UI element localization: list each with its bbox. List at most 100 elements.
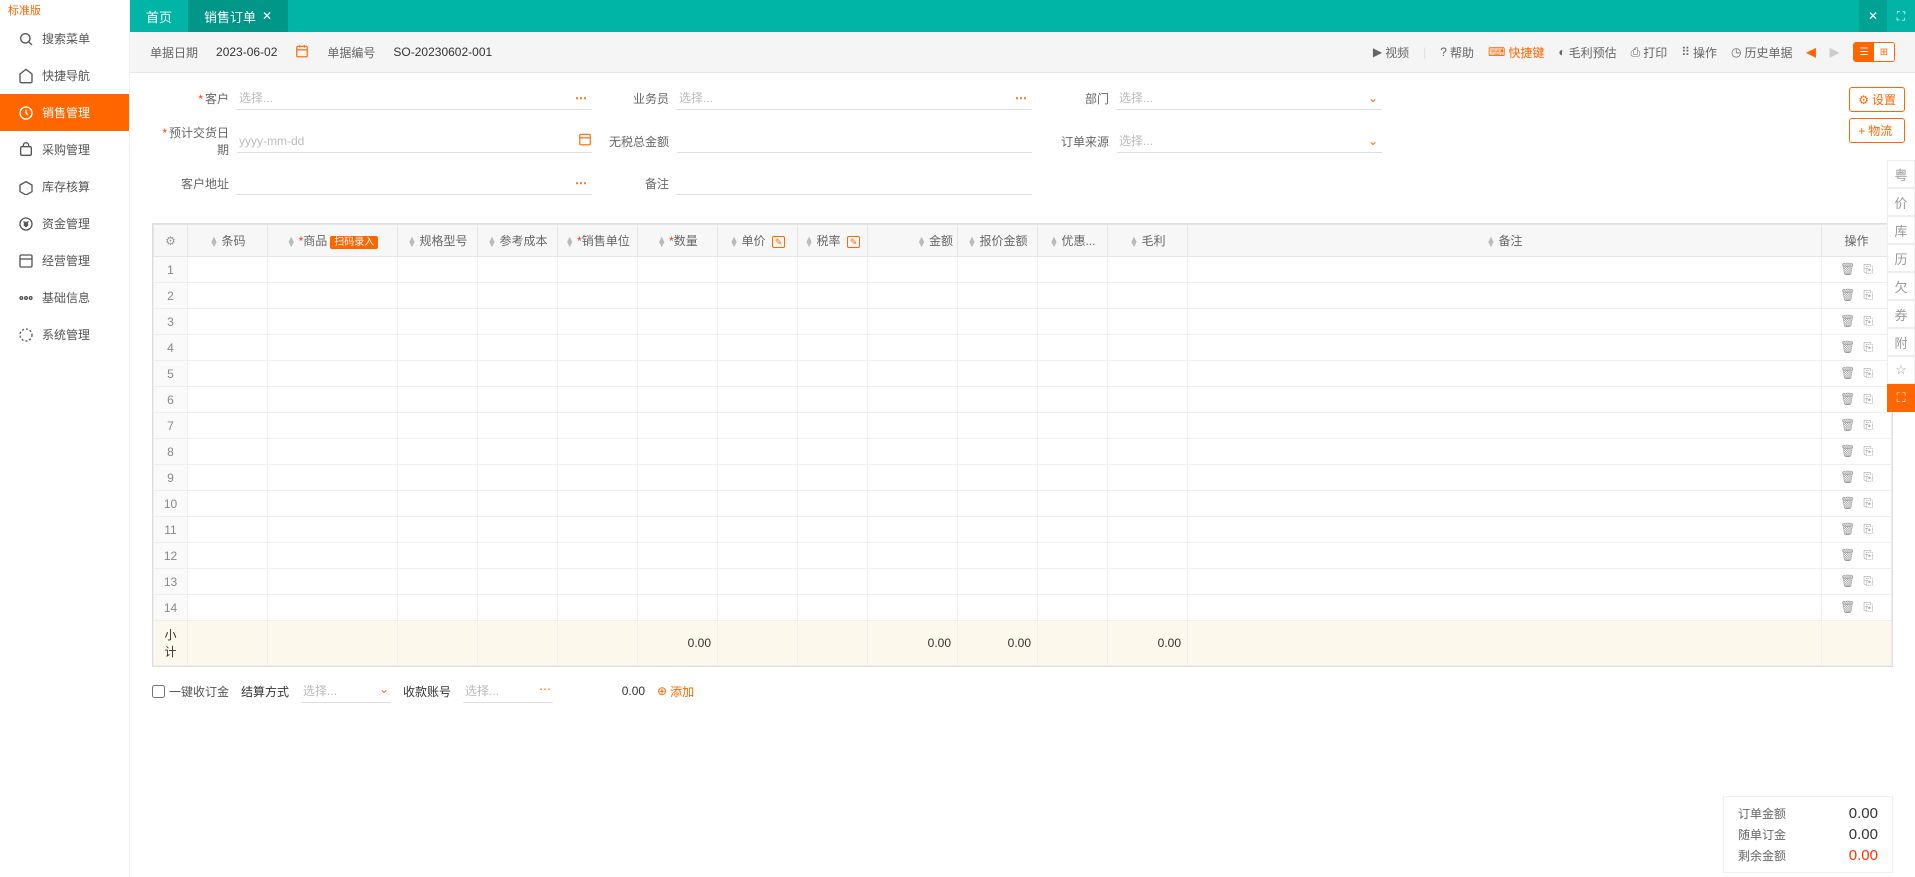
sidebar-item-purchase[interactable]: 采购管理	[0, 131, 129, 168]
prev-doc-button[interactable]: ◀	[1807, 45, 1816, 59]
table-row[interactable]: 9🗑⎘	[154, 465, 1892, 491]
delete-row-icon[interactable]: 🗑	[1840, 262, 1855, 277]
doc-date-value[interactable]: 2023-06-02	[216, 45, 277, 59]
collect-deposit-checkbox[interactable]: 一键收订金	[152, 683, 229, 700]
copy-row-icon[interactable]: ⎘	[1863, 496, 1873, 511]
shortcut-button[interactable]: ⌨ 快捷键	[1488, 44, 1544, 61]
sort-icon[interactable]: ▲▼	[1130, 237, 1139, 247]
dept-dropdown-icon[interactable]: ⌄	[1364, 91, 1382, 105]
calendar-icon[interactable]	[295, 44, 309, 61]
rail-button-1[interactable]: 价	[1887, 188, 1915, 216]
delete-row-icon[interactable]: 🗑	[1840, 340, 1855, 355]
copy-row-icon[interactable]: ⎘	[1863, 522, 1873, 537]
profit-est-button[interactable]: ◐ 毛利预估	[1558, 44, 1616, 61]
table-row[interactable]: 2🗑⎘	[154, 283, 1892, 309]
sort-icon[interactable]: ▲▼	[565, 237, 574, 247]
rail-button-6[interactable]: 附	[1887, 328, 1915, 356]
tab-销售订单[interactable]: 销售订单✕	[188, 0, 288, 32]
table-row[interactable]: 6🗑⎘	[154, 387, 1892, 413]
tab-首页[interactable]: 首页	[130, 0, 188, 32]
settings-button[interactable]: ⚙ 设置	[1849, 87, 1905, 112]
delete-row-icon[interactable]: 🗑	[1840, 600, 1855, 615]
sort-icon[interactable]: ▲▼	[657, 237, 666, 247]
view-mode-grid[interactable]: ⊞	[1874, 43, 1894, 61]
sort-icon[interactable]: ▲▼	[488, 237, 497, 247]
scan-badge[interactable]: 扫码录入	[330, 236, 378, 249]
table-row[interactable]: 13🗑⎘	[154, 569, 1892, 595]
delete-row-icon[interactable]: 🗑	[1840, 548, 1855, 563]
rail-button-2[interactable]: 库	[1887, 216, 1915, 244]
rail-button-0[interactable]: 粤	[1887, 160, 1915, 188]
rail-button-8[interactable]: ⛶	[1887, 384, 1915, 412]
table-row[interactable]: 1🗑⎘	[154, 257, 1892, 283]
edit-icon[interactable]: ✎	[847, 236, 861, 248]
sort-icon[interactable]: ▲▼	[968, 237, 977, 247]
copy-row-icon[interactable]: ⎘	[1863, 392, 1873, 407]
logistics-button[interactable]: + 物流	[1849, 118, 1905, 143]
edit-icon[interactable]: ✎	[772, 236, 786, 248]
table-row[interactable]: 10🗑⎘	[154, 491, 1892, 517]
addr-lookup-icon[interactable]: ⋯	[571, 176, 592, 190]
copy-row-icon[interactable]: ⎘	[1863, 340, 1873, 355]
copy-row-icon[interactable]: ⎘	[1863, 366, 1873, 381]
copy-row-icon[interactable]: ⎘	[1863, 548, 1873, 563]
rail-button-4[interactable]: 欠	[1887, 272, 1915, 300]
sidebar-item-sales[interactable]: 销售管理	[0, 94, 129, 131]
cust-addr-input[interactable]	[237, 172, 571, 194]
copy-row-icon[interactable]: ⎘	[1863, 574, 1873, 589]
table-row[interactable]: 4🗑⎘	[154, 335, 1892, 361]
copy-row-icon[interactable]: ⎘	[1863, 418, 1873, 433]
delete-row-icon[interactable]: 🗑	[1840, 470, 1855, 485]
video-button[interactable]: ▶ 视频	[1373, 44, 1409, 61]
delete-row-icon[interactable]: 🗑	[1840, 574, 1855, 589]
customer-lookup-icon[interactable]: ⋯	[571, 91, 592, 105]
delete-row-icon[interactable]: 🗑	[1840, 288, 1855, 303]
sort-icon[interactable]: ▲▼	[1050, 237, 1059, 247]
fullscreen-button[interactable]: ⛶	[1887, 0, 1915, 32]
copy-row-icon[interactable]: ⎘	[1863, 262, 1873, 277]
copy-row-icon[interactable]: ⎘	[1863, 314, 1873, 329]
copy-row-icon[interactable]: ⎘	[1863, 444, 1873, 459]
sidebar-item-system[interactable]: 系统管理	[0, 316, 129, 353]
delete-row-icon[interactable]: 🗑	[1840, 444, 1855, 459]
gear-icon[interactable]: ⚙	[165, 234, 176, 248]
tax-excl-input[interactable]	[677, 130, 1032, 152]
order-source-dropdown-icon[interactable]: ⌄	[1364, 134, 1382, 148]
table-row[interactable]: 5🗑⎘	[154, 361, 1892, 387]
sort-icon[interactable]: ▲▼	[210, 237, 219, 247]
view-mode-form[interactable]: ☰	[1854, 43, 1874, 61]
delete-row-icon[interactable]: 🗑	[1840, 522, 1855, 537]
account-select[interactable]: 选择...⋯	[463, 679, 553, 703]
delete-row-icon[interactable]: 🗑	[1840, 392, 1855, 407]
print-button[interactable]: ⎙ 打印	[1631, 44, 1668, 61]
copy-row-icon[interactable]: ⎘	[1863, 600, 1873, 615]
copy-row-icon[interactable]: ⎘	[1863, 288, 1873, 303]
sidebar-item-base[interactable]: 基础信息	[0, 279, 129, 316]
sidebar-item-fund[interactable]: ¥资金管理	[0, 205, 129, 242]
sidebar-item-search[interactable]: 搜索菜单	[0, 20, 129, 57]
delivery-calendar-icon[interactable]	[578, 132, 592, 149]
sort-icon[interactable]: ▲▼	[1487, 237, 1496, 247]
order-source-input[interactable]	[1117, 130, 1364, 152]
add-payment-button[interactable]: ⊕ 添加	[657, 683, 694, 700]
salesman-lookup-icon[interactable]: ⋯	[1011, 91, 1032, 105]
sort-icon[interactable]: ▲▼	[917, 237, 926, 247]
operate-button[interactable]: ⠿ 操作	[1681, 44, 1717, 61]
sort-icon[interactable]: ▲▼	[730, 237, 739, 247]
remark-input[interactable]	[677, 172, 1032, 194]
rail-button-3[interactable]: 历	[1887, 244, 1915, 272]
delete-row-icon[interactable]: 🗑	[1840, 418, 1855, 433]
table-row[interactable]: 7🗑⎘	[154, 413, 1892, 439]
copy-row-icon[interactable]: ⎘	[1863, 470, 1873, 485]
delete-row-icon[interactable]: 🗑	[1840, 314, 1855, 329]
rail-button-5[interactable]: 券	[1887, 300, 1915, 328]
table-row[interactable]: 14🗑⎘	[154, 595, 1892, 621]
sort-icon[interactable]: ▲▼	[287, 237, 296, 247]
table-row[interactable]: 3🗑⎘	[154, 309, 1892, 335]
sort-icon[interactable]: ▲▼	[408, 237, 417, 247]
sidebar-item-inventory[interactable]: 库存核算	[0, 168, 129, 205]
sidebar-item-manage[interactable]: 经营管理	[0, 242, 129, 279]
next-doc-button[interactable]: ▶	[1830, 45, 1839, 59]
table-row[interactable]: 11🗑⎘	[154, 517, 1892, 543]
help-button[interactable]: ? 帮助	[1440, 44, 1474, 61]
